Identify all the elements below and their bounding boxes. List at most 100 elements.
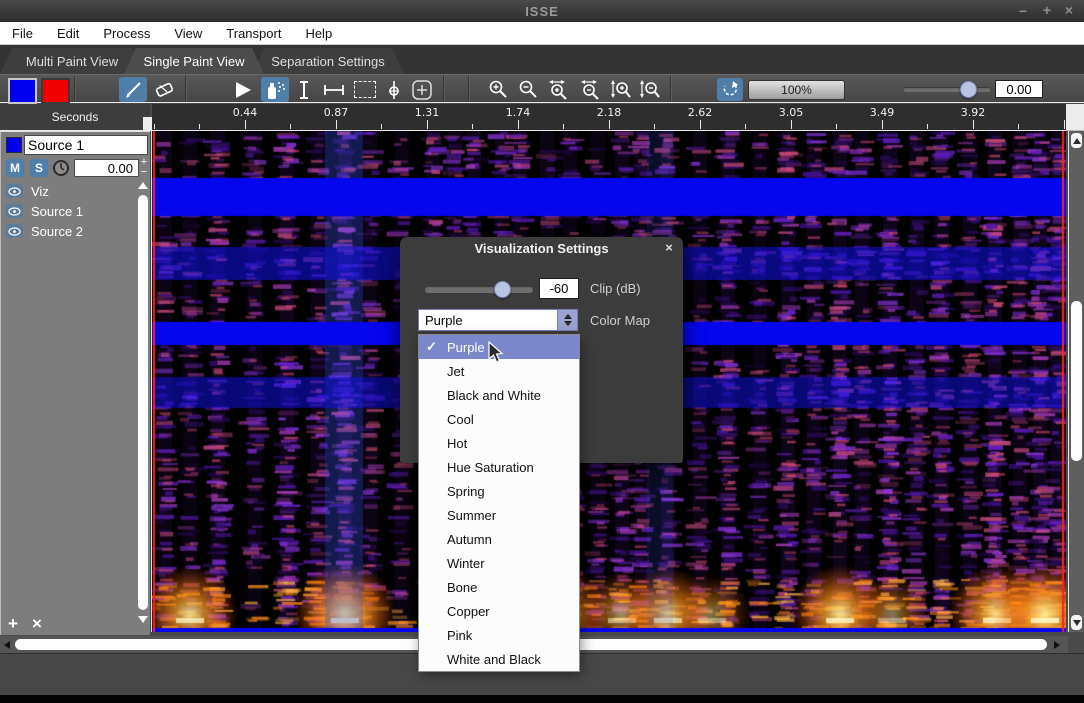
ruler-minor-tick	[199, 124, 200, 129]
track-name-input[interactable]	[24, 135, 148, 155]
frequency-range-tool-button[interactable]	[382, 77, 406, 102]
colormap-option-label: Jet	[447, 364, 464, 379]
rect-select-tool-button[interactable]	[351, 77, 379, 102]
minimize-button[interactable]: –	[1014, 2, 1032, 18]
zoom-out-vertical-button[interactable]	[637, 77, 663, 102]
zoom-in-vertical-button[interactable]	[608, 77, 634, 102]
colormap-option-cool[interactable]: Cool	[419, 407, 579, 431]
clip-slider-thumb[interactable]	[494, 281, 511, 298]
mouse-cursor	[487, 341, 507, 365]
solo-button[interactable]: S	[30, 159, 48, 177]
colormap-option-winter[interactable]: Winter	[419, 551, 579, 575]
menu-item-process[interactable]: Process	[103, 26, 150, 41]
layer-row-source-1[interactable]: Source 1	[1, 201, 135, 221]
paint-color-red-swatch[interactable]	[41, 78, 70, 104]
track-color-swatch[interactable]	[6, 137, 22, 153]
colormap-option-autumn[interactable]: Autumn	[419, 527, 579, 551]
clock-icon[interactable]	[52, 159, 70, 177]
menu-item-view[interactable]: View	[174, 26, 202, 41]
colormap-combobox[interactable]: Purple	[418, 309, 578, 331]
dialog-close-button[interactable]: ×	[661, 240, 677, 256]
colormap-option-spring[interactable]: Spring	[419, 479, 579, 503]
colormap-option-label: Copper	[447, 604, 490, 619]
layer-row-source-2[interactable]: Source 2	[1, 221, 135, 241]
colormap-current-value: Purple	[419, 313, 557, 328]
menu-item-edit[interactable]: Edit	[57, 26, 79, 41]
selector-tool-button[interactable]	[228, 77, 258, 102]
horizontal-range-icon	[322, 80, 346, 100]
add-region-tool-button[interactable]	[408, 77, 436, 102]
tab-bar: Multi Paint View Single Paint View Separ…	[0, 45, 1084, 74]
time-cursor-tool-button[interactable]	[293, 77, 315, 102]
ruler-minor-tick	[927, 124, 928, 129]
panel-scroll-down-icon[interactable]	[138, 616, 148, 623]
zoom-in-vertical-icon	[609, 78, 633, 102]
visibility-eye-icon[interactable]	[6, 184, 23, 198]
paint-color-blue-swatch[interactable]	[8, 78, 37, 104]
time-ruler[interactable]: 0.440.871.311.742.182.623.053.493.92	[152, 104, 1066, 131]
zoom-out-horizontal-button[interactable]	[578, 77, 606, 102]
airbrush-tool-button[interactable]	[261, 77, 289, 102]
visibility-eye-icon[interactable]	[6, 224, 23, 238]
dashed-rect-icon	[354, 81, 376, 98]
vertical-scrollbar[interactable]	[1068, 131, 1084, 632]
colormap-option-hot[interactable]: Hot	[419, 431, 579, 455]
ruler-label: 3.49	[862, 106, 902, 119]
zoom-in-button[interactable]	[486, 77, 512, 102]
title-bar[interactable]: ISSE – + ×	[0, 0, 1084, 22]
layer-row-viz[interactable]: Viz	[1, 181, 135, 201]
layer-label: Viz	[31, 184, 49, 199]
zoom-out-button[interactable]	[516, 77, 542, 102]
loop-zoom-reset-button[interactable]	[717, 78, 743, 101]
pan-value-input[interactable]	[995, 80, 1043, 98]
ruler-minor-tick	[154, 124, 155, 129]
gain-spin-down[interactable]: −	[138, 168, 150, 177]
scroll-up-button[interactable]	[1071, 133, 1082, 148]
tab-separation-settings[interactable]: Separation Settings	[252, 48, 404, 74]
clip-slider-track[interactable]	[425, 286, 533, 293]
time-range-tool-button[interactable]	[320, 77, 348, 102]
ruler-major-tick	[791, 120, 792, 129]
close-button[interactable]: ×	[1060, 2, 1078, 18]
maximize-button[interactable]: +	[1038, 2, 1056, 18]
menu-item-help[interactable]: Help	[305, 26, 332, 41]
colormap-option-white-and-black[interactable]: White and Black	[419, 647, 579, 671]
colormap-option-pink[interactable]: Pink	[419, 623, 579, 647]
add-track-button[interactable]: +	[8, 614, 18, 634]
brush-tool-button[interactable]	[119, 77, 147, 102]
colormap-option-bone[interactable]: Bone	[419, 575, 579, 599]
menu-item-file[interactable]: File	[12, 26, 33, 41]
colormap-option-copper[interactable]: Copper	[419, 599, 579, 623]
panel-scroll-up-icon[interactable]	[138, 182, 148, 189]
colormap-option-label: Spring	[447, 484, 485, 499]
scroll-left-arrow-icon[interactable]	[4, 641, 10, 649]
gain-value-input[interactable]	[74, 159, 139, 177]
panel-scrollbar-thumb[interactable]	[138, 195, 148, 610]
clip-value-input[interactable]	[539, 278, 579, 299]
vertical-scrollbar-thumb[interactable]	[1071, 301, 1082, 461]
colormap-option-label: Cool	[447, 412, 474, 427]
colormap-option-hue-saturation[interactable]: Hue Saturation	[419, 455, 579, 479]
combobox-arrows-icon[interactable]	[557, 310, 577, 330]
tab-multi-paint-view[interactable]: Multi Paint View	[0, 48, 144, 74]
scroll-down-button[interactable]	[1071, 615, 1082, 630]
eraser-tool-button[interactable]	[150, 77, 178, 102]
menu-item-transport[interactable]: Transport	[226, 26, 281, 41]
check-icon: ✓	[426, 339, 437, 355]
colormap-option-black-and-white[interactable]: Black and White	[419, 383, 579, 407]
tab-single-paint-view[interactable]: Single Paint View	[124, 48, 264, 74]
ruler-minor-tick	[472, 124, 473, 129]
pan-slider-thumb[interactable]	[960, 81, 977, 98]
menu-bar: File Edit Process View Transport Help	[0, 22, 1084, 45]
ruler-label: 0.87	[316, 106, 356, 119]
scroll-right-arrow-icon[interactable]	[1054, 641, 1060, 649]
remove-track-button[interactable]: ×	[32, 614, 42, 634]
mute-button[interactable]: M	[6, 159, 24, 177]
brush-icon	[123, 80, 143, 100]
colormap-option-summer[interactable]: Summer	[419, 503, 579, 527]
visibility-eye-icon[interactable]	[6, 204, 23, 218]
ruler-label: 1.74	[498, 106, 538, 119]
zoom-in-horizontal-button[interactable]	[546, 77, 574, 102]
pan-slider-track[interactable]	[903, 87, 991, 92]
ruler-label: 3.92	[953, 106, 993, 119]
